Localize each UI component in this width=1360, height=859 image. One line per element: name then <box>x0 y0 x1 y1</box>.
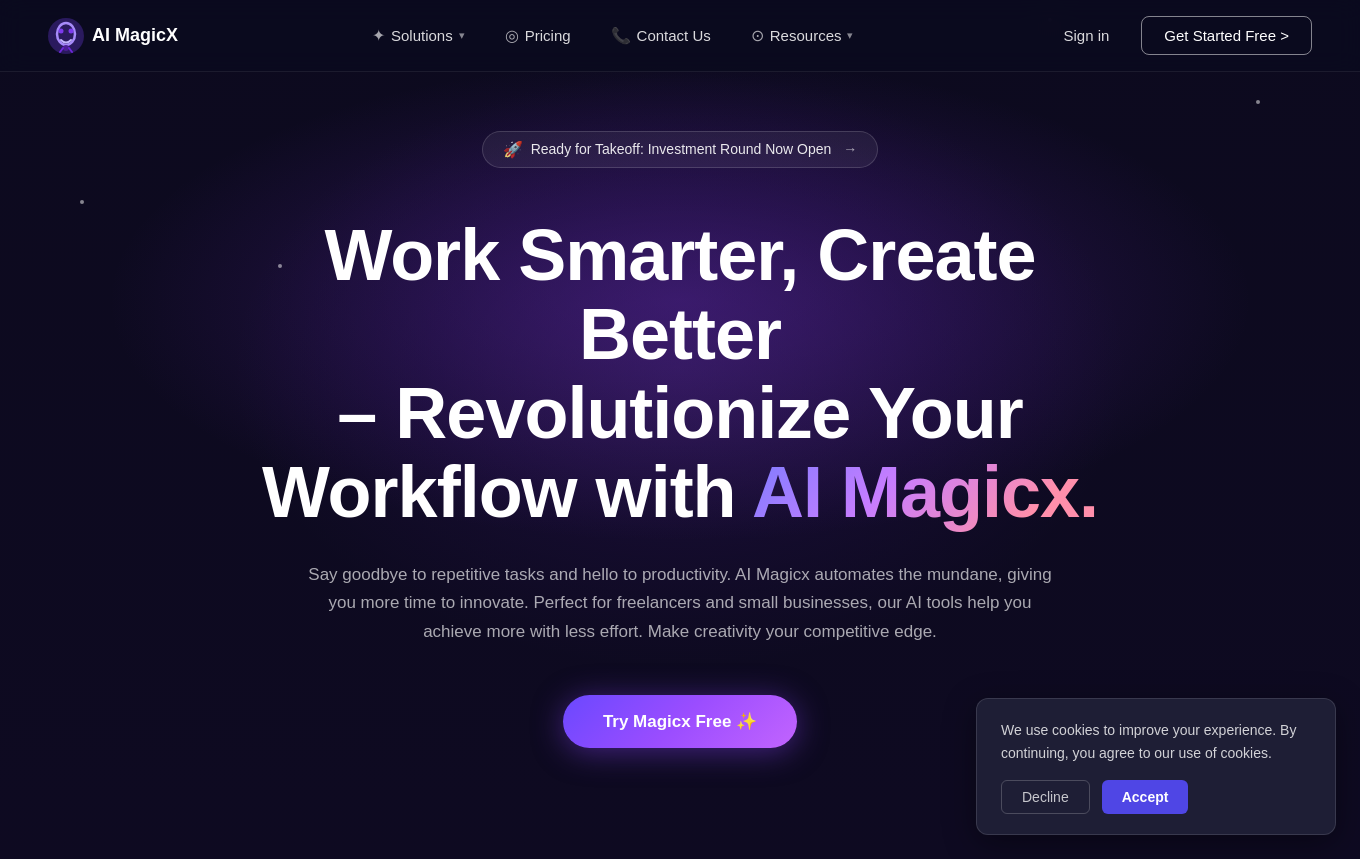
rocket-icon: 🚀 <box>503 140 523 159</box>
navbar: AI MagicX ✦ Solutions ▾ ◎ Pricing 📞 Cont… <box>0 0 1360 72</box>
logo[interactable]: AI MagicX <box>48 18 178 54</box>
heading-gradient: AI Magicx. <box>752 452 1098 532</box>
get-started-button[interactable]: Get Started Free > <box>1141 16 1312 55</box>
svg-point-3 <box>69 28 74 33</box>
nav-link-solutions[interactable]: ✦ Solutions ▾ <box>356 18 481 53</box>
solutions-label: Solutions <box>391 27 453 44</box>
nav-links: ✦ Solutions ▾ ◎ Pricing 📞 Contact Us ⊙ R… <box>356 18 869 53</box>
try-free-button[interactable]: Try Magicx Free ✨ <box>563 695 797 748</box>
contact-icon: 📞 <box>611 26 631 45</box>
logo-text: AI MagicX <box>92 25 178 46</box>
sign-in-button[interactable]: Sign in <box>1047 19 1125 52</box>
nav-link-resources[interactable]: ⊙ Resources ▾ <box>735 18 870 53</box>
pricing-icon: ◎ <box>505 26 519 45</box>
banner-text: Ready for Takeoff: Investment Round Now … <box>531 141 832 157</box>
arrow-icon: → <box>843 141 857 157</box>
nav-link-pricing[interactable]: ◎ Pricing <box>489 18 587 53</box>
heading-line1: Work Smarter, Create Better <box>324 215 1035 374</box>
pricing-label: Pricing <box>525 27 571 44</box>
decline-button[interactable]: Decline <box>1001 780 1090 814</box>
cookie-text: We use cookies to improve your experienc… <box>1001 719 1311 764</box>
nav-right: Sign in Get Started Free > <box>1047 16 1312 55</box>
cookie-banner: We use cookies to improve your experienc… <box>976 698 1336 835</box>
contact-label: Contact Us <box>637 27 711 44</box>
heading-line2: – Revolutionize Your <box>337 373 1022 453</box>
decorative-dot <box>80 200 84 204</box>
nav-link-contact[interactable]: 📞 Contact Us <box>595 18 727 53</box>
heading-line3-plain: Workflow with <box>262 452 752 532</box>
accept-button[interactable]: Accept <box>1102 780 1189 814</box>
solutions-icon: ✦ <box>372 26 385 45</box>
resources-icon: ⊙ <box>751 26 764 45</box>
decorative-dot <box>1256 100 1260 104</box>
announcement-banner[interactable]: 🚀 Ready for Takeoff: Investment Round No… <box>482 131 879 168</box>
resources-label: Resources <box>770 27 842 44</box>
cookie-buttons: Decline Accept <box>1001 780 1311 814</box>
hero-subtext: Say goodbye to repetitive tasks and hell… <box>300 561 1060 648</box>
chevron-down-icon-2: ▾ <box>847 29 853 42</box>
svg-point-2 <box>59 28 64 33</box>
hero-heading: Work Smarter, Create Better – Revolution… <box>250 216 1110 533</box>
chevron-down-icon: ▾ <box>459 29 465 42</box>
